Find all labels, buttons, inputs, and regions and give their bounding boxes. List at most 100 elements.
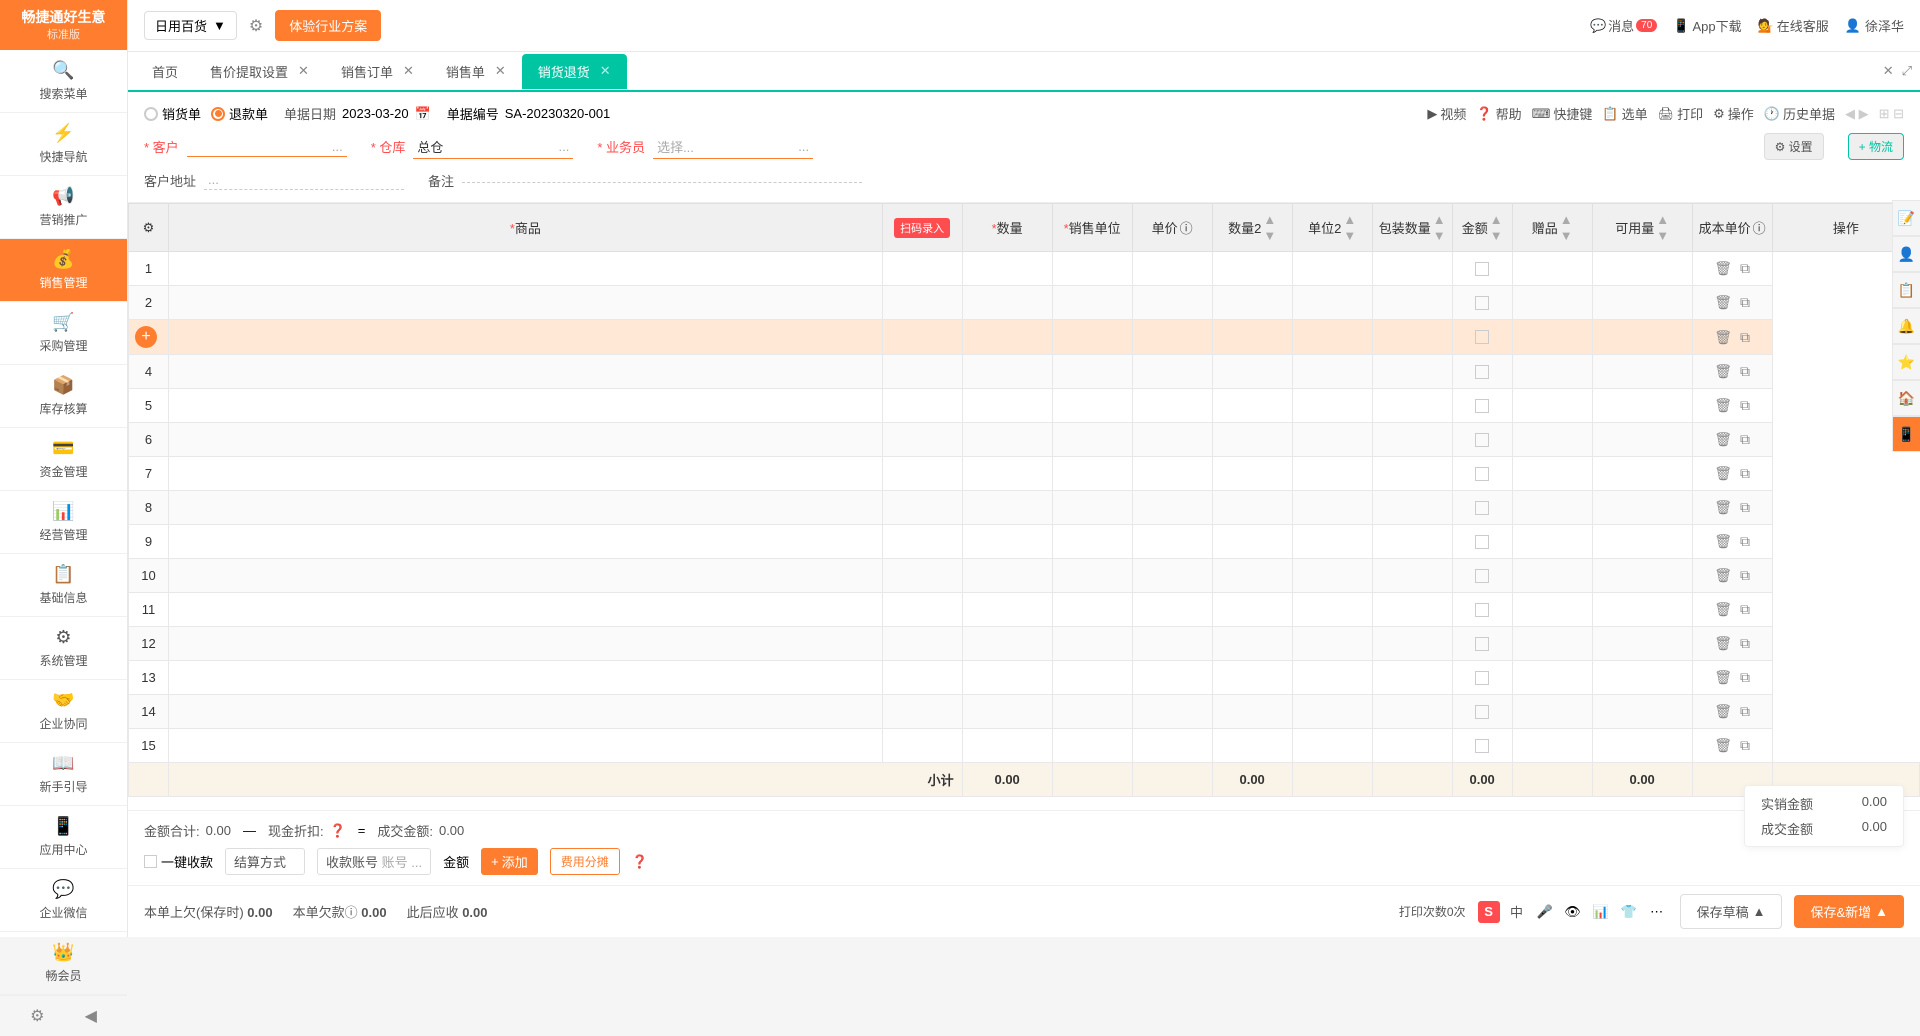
unit-cell-5[interactable] (962, 389, 1052, 423)
unit2-cell-8[interactable] (1212, 491, 1292, 525)
price-cell-6[interactable] (1052, 423, 1132, 457)
unit2-cell-6[interactable] (1212, 423, 1292, 457)
pack-cell-14[interactable] (1292, 695, 1372, 729)
amount-cell-8[interactable] (1372, 491, 1452, 525)
cost-cell-4[interactable] (1592, 355, 1692, 389)
amount-cell-3[interactable] (1372, 320, 1452, 355)
pack-cell-4[interactable] (1292, 355, 1372, 389)
avail-cell-5[interactable] (1512, 389, 1592, 423)
tab-home[interactable]: 首页 (136, 54, 194, 89)
right-icon-3[interactable]: 📋 (1892, 272, 1920, 308)
unit2-cell-4[interactable] (1212, 355, 1292, 389)
gift-cell-8[interactable] (1452, 491, 1512, 525)
avail-cell-6[interactable] (1512, 423, 1592, 457)
price-cell-4[interactable] (1052, 355, 1132, 389)
unit-cell-4[interactable] (962, 355, 1052, 389)
toolbar-shortcut-btn[interactable]: ⌨ 快捷键 (1532, 104, 1593, 123)
avail-cell-10[interactable] (1512, 559, 1592, 593)
unit2-cell-10[interactable] (1212, 559, 1292, 593)
qty2-cell-7[interactable] (1132, 457, 1212, 491)
unit-cell-7[interactable] (962, 457, 1052, 491)
cost-cell-3[interactable] (1592, 320, 1692, 355)
sidebar-item-8[interactable]: 📋基础信息 (0, 554, 127, 617)
copy-icon-7[interactable]: ⧉ (1740, 465, 1750, 482)
unit2-cell-14[interactable] (1212, 695, 1292, 729)
unit2-cell-15[interactable] (1212, 729, 1292, 763)
unit-cell-8[interactable] (962, 491, 1052, 525)
amount-cell-14[interactable] (1372, 695, 1452, 729)
barcode-button[interactable]: 扫码录入 (894, 218, 950, 238)
amount-cell-11[interactable] (1372, 593, 1452, 627)
bottom-icon-chart[interactable]: 📊 (1590, 901, 1612, 923)
gift-checkbox-13[interactable] (1475, 671, 1489, 685)
qty-cell-11[interactable] (882, 593, 962, 627)
right-icon-6[interactable]: 🏠 (1892, 380, 1920, 416)
tab-price-extract[interactable]: 售价提取设置 ✕ (194, 54, 325, 89)
tab-sales-return[interactable]: 销货退货 ✕ (522, 54, 627, 89)
gift-cell-9[interactable] (1452, 525, 1512, 559)
unit-cell-12[interactable] (962, 627, 1052, 661)
sidebar-item-14[interactable]: 👑畅会员 (0, 932, 127, 995)
amount-cell-2[interactable] (1372, 286, 1452, 320)
product-input[interactable] (175, 330, 876, 345)
toolbar-print-btn[interactable]: 🖨 打印 (1658, 104, 1704, 123)
unit-cell-1[interactable] (962, 252, 1052, 286)
copy-icon-13[interactable]: ⧉ (1740, 669, 1750, 686)
tab-sales-close[interactable]: ✕ (495, 63, 506, 79)
discount-question-icon[interactable]: ❓ (330, 823, 346, 839)
sidebar-item-2[interactable]: 📢营销推广 (0, 176, 127, 239)
sidebar-collapse-icon[interactable]: ◀ (85, 1006, 97, 1026)
price-cell-8[interactable] (1052, 491, 1132, 525)
qty2-cell-9[interactable] (1132, 525, 1212, 559)
qty2-cell-12[interactable] (1132, 627, 1212, 661)
qty2-cell-11[interactable] (1132, 593, 1212, 627)
product-cell[interactable] (169, 525, 883, 559)
sidebar-item-13[interactable]: 💬企业微信 (0, 869, 127, 932)
qty-cell-4[interactable] (882, 355, 962, 389)
gift-cell-7[interactable] (1452, 457, 1512, 491)
gift-cell-12[interactable] (1452, 627, 1512, 661)
settlement-method-select[interactable]: 结算方式 (225, 848, 305, 875)
pack-cell-15[interactable] (1292, 729, 1372, 763)
price-cell-2[interactable] (1052, 286, 1132, 320)
radio-sales[interactable]: 销货单 (144, 104, 201, 123)
cost-cell-9[interactable] (1592, 525, 1692, 559)
amount-cell-4[interactable] (1372, 355, 1452, 389)
gift-cell-10[interactable] (1452, 559, 1512, 593)
price-cell-14[interactable] (1052, 695, 1132, 729)
amount-cell-15[interactable] (1372, 729, 1452, 763)
topbar-app-download[interactable]: 📱 App下载 (1673, 16, 1741, 35)
gift-checkbox-5[interactable] (1475, 399, 1489, 413)
sidebar-item-0[interactable]: 🔍搜索菜单 (0, 50, 127, 113)
cost-cell-13[interactable] (1592, 661, 1692, 695)
copy-icon-2[interactable]: ⧉ (1740, 294, 1750, 311)
copy-icon-1[interactable]: ⧉ (1740, 260, 1750, 277)
cost-cell-15[interactable] (1592, 729, 1692, 763)
qty-cell-14[interactable] (882, 695, 962, 729)
cost-cell-10[interactable] (1592, 559, 1692, 593)
pack-cell-8[interactable] (1292, 491, 1372, 525)
unit2-cell-13[interactable] (1212, 661, 1292, 695)
qty-cell-9[interactable] (882, 525, 962, 559)
gift-checkbox-1[interactable] (1475, 262, 1489, 276)
product-cell[interactable] (169, 695, 883, 729)
price-cell-11[interactable] (1052, 593, 1132, 627)
gift-checkbox-11[interactable] (1475, 603, 1489, 617)
bottom-icon-more[interactable]: ⋯ (1646, 901, 1668, 923)
amount-cell-7[interactable] (1372, 457, 1452, 491)
unit-cell-15[interactable] (962, 729, 1052, 763)
amount-cell-13[interactable] (1372, 661, 1452, 695)
price-cell-3[interactable] (1052, 320, 1132, 355)
tab-price-close[interactable]: ✕ (298, 63, 309, 79)
avail-cell-9[interactable] (1512, 525, 1592, 559)
qty2-cell-3[interactable] (1132, 320, 1212, 355)
price-cell-5[interactable] (1052, 389, 1132, 423)
copy-icon-10[interactable]: ⧉ (1740, 567, 1750, 584)
qty-cell-12[interactable] (882, 627, 962, 661)
fee-split-button[interactable]: 费用分摊 (550, 848, 620, 875)
copy-icon-3[interactable]: ⧉ (1740, 329, 1750, 346)
product-cell[interactable] (169, 457, 883, 491)
qty-cell-7[interactable] (882, 457, 962, 491)
gift-cell-13[interactable] (1452, 661, 1512, 695)
unit2-cell-3[interactable] (1212, 320, 1292, 355)
